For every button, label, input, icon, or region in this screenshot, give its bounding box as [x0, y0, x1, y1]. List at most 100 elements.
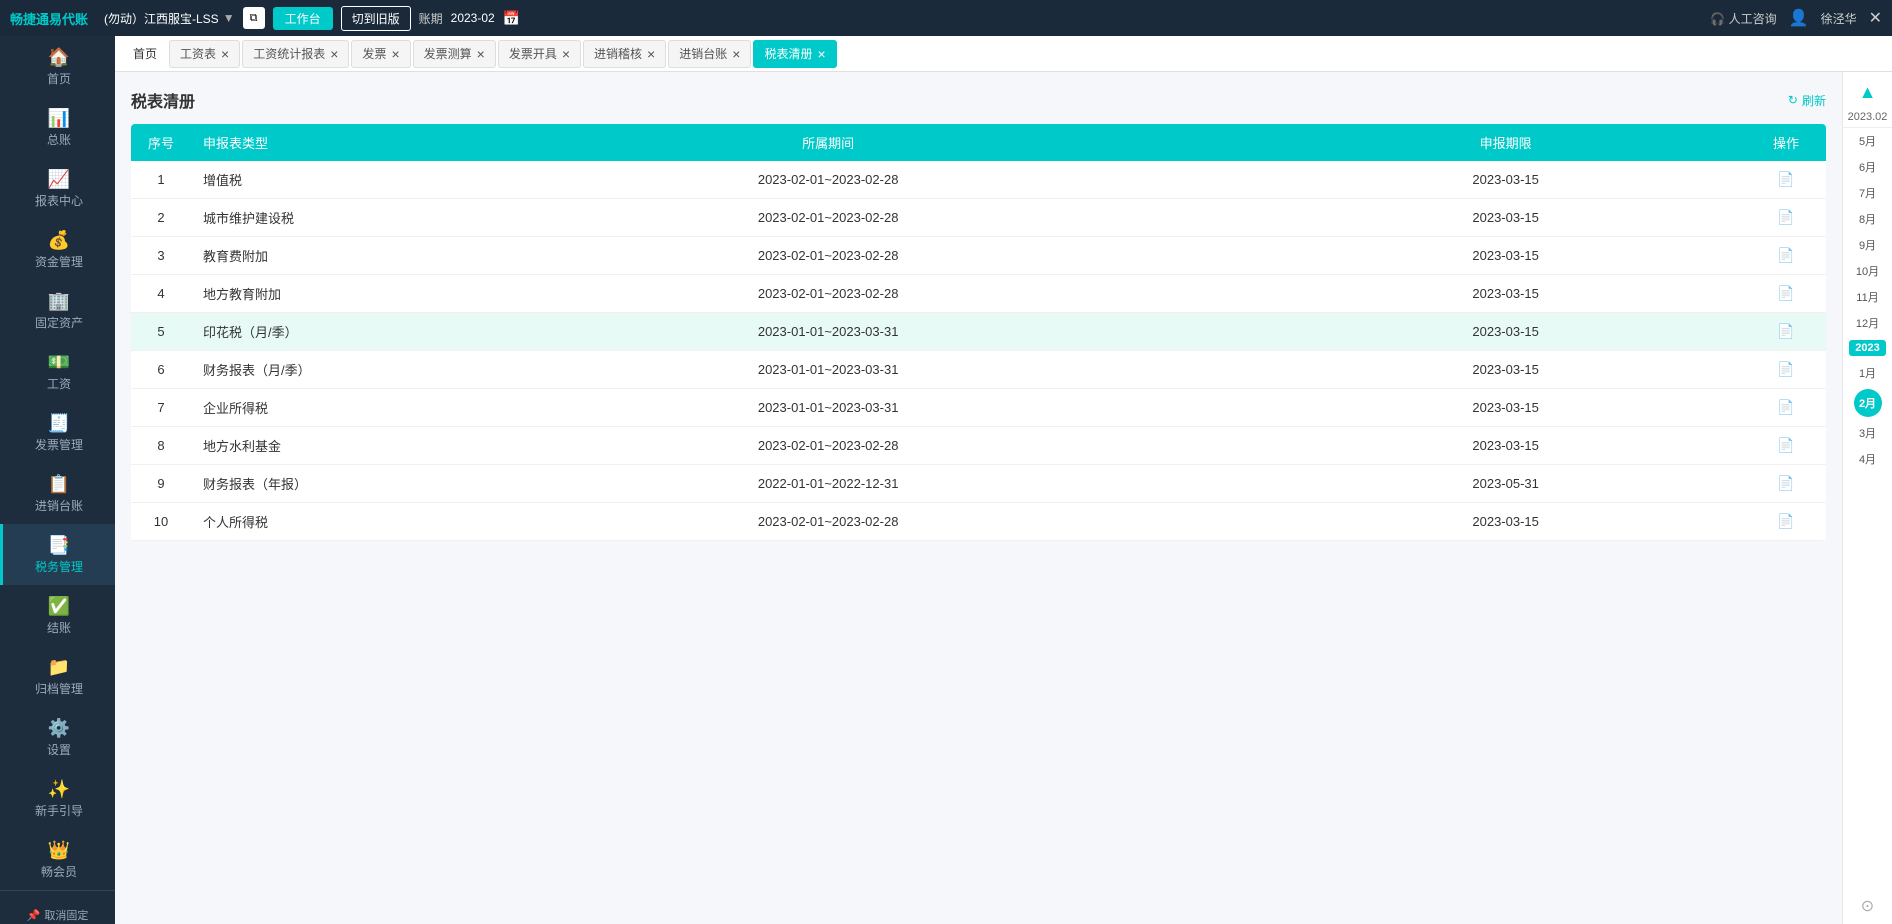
tab-purchase-ledger[interactable]: 进销台账 × [668, 40, 751, 68]
page-title-bar: 税表清册 ↻ 刷新 [131, 88, 1826, 112]
tab-invoice-issue[interactable]: 发票开具 × [498, 40, 581, 68]
panel-month-11[interactable]: 11月 [1843, 284, 1892, 310]
panel-month-3[interactable]: 3月 [1843, 420, 1892, 446]
tab-salary-table[interactable]: 工资表 × [169, 40, 240, 68]
cell-deadline: 2023-03-15 [1265, 237, 1746, 275]
tab-tax-list[interactable]: 税表清册 × [753, 40, 836, 68]
tab-close-icon[interactable]: × [732, 47, 740, 61]
cell-type: 增值税 [191, 161, 391, 199]
op-detail-icon[interactable]: 📄 [1777, 437, 1794, 453]
sidebar-item-archive[interactable]: 📁 归档管理 [0, 646, 115, 707]
closing-icon: ✅ [48, 597, 70, 615]
panel-up-btn[interactable]: ▲ [1859, 78, 1877, 107]
cell-type: 个人所得税 [191, 503, 391, 541]
sidebar: 🏠 首页 📊 总账 📈 报表中心 💰 资金管理 🏢 固定资产 💵 工资 🧾 发票… [0, 36, 115, 924]
op-detail-icon[interactable]: 📄 [1777, 361, 1794, 377]
op-detail-icon[interactable]: 📄 [1777, 513, 1794, 529]
company-selector[interactable]: (勿动）江西服宝-LSS ▼ [104, 10, 235, 27]
switch-old-button[interactable]: 切到旧版 [341, 6, 411, 31]
sidebar-item-tax-mgmt[interactable]: 📑 税务管理 [0, 524, 115, 585]
sidebar-item-guide[interactable]: ✨ 新手引导 [0, 768, 115, 829]
panel-month-12[interactable]: 12月 [1843, 310, 1892, 336]
tab-close-icon[interactable]: × [817, 47, 825, 61]
cell-op[interactable]: 📄 [1746, 351, 1826, 389]
tab-home[interactable]: 首页 [123, 40, 167, 68]
panel-month-2-active[interactable]: 2月 [1854, 389, 1882, 417]
table-row: 8 地方水利基金 2023-02-01~2023-02-28 2023-03-1… [131, 427, 1826, 465]
tab-purchase-check[interactable]: 进销稽核 × [583, 40, 666, 68]
close-icon[interactable]: ✕ [1869, 8, 1882, 28]
op-detail-icon[interactable]: 📄 [1777, 475, 1794, 491]
sidebar-item-invoice-mgmt[interactable]: 🧾 发票管理 [0, 402, 115, 463]
op-detail-icon[interactable]: 📄 [1777, 247, 1794, 263]
unpin-button[interactable]: 📌 取消固定 [0, 901, 115, 924]
tab-close-icon[interactable]: × [221, 47, 229, 61]
sidebar-item-assets[interactable]: 🏢 固定资产 [0, 280, 115, 341]
sidebar-item-purchase-sales[interactable]: 📋 进销台账 [0, 463, 115, 524]
op-detail-icon[interactable]: 📄 [1777, 209, 1794, 225]
panel-month-9[interactable]: 9月 [1843, 232, 1892, 258]
tab-close-icon[interactable]: × [647, 47, 655, 61]
page-title: 税表清册 [131, 88, 195, 112]
tab-close-icon[interactable]: × [330, 47, 338, 61]
cell-op[interactable]: 📄 [1746, 503, 1826, 541]
sidebar-item-label: 设置 [47, 741, 71, 758]
workbench-button[interactable]: 工作台 [273, 7, 333, 30]
tab-label: 发票开具 [509, 45, 557, 62]
panel-month-5[interactable]: 5月 [1843, 128, 1892, 154]
tab-close-icon[interactable]: × [391, 47, 399, 61]
cell-op[interactable]: 📄 [1746, 199, 1826, 237]
panel-month-10[interactable]: 10月 [1843, 258, 1892, 284]
tab-label: 进销稽核 [594, 45, 642, 62]
panel-month-6[interactable]: 6月 [1843, 154, 1892, 180]
sidebar-item-label: 首页 [47, 70, 71, 87]
tab-salary-stats[interactable]: 工资统计报表 × [242, 40, 349, 68]
cell-op[interactable]: 📄 [1746, 237, 1826, 275]
tab-close-icon[interactable]: × [477, 47, 485, 61]
sidebar-item-reports[interactable]: 📈 报表中心 [0, 158, 115, 219]
user-name[interactable]: 徐泾华 [1821, 10, 1857, 27]
cell-period: 2023-02-01~2023-02-28 [391, 427, 1265, 465]
tab-close-icon[interactable]: × [562, 47, 570, 61]
sidebar-item-home[interactable]: 🏠 首页 [0, 36, 115, 97]
refresh-icon: ↻ [1788, 93, 1798, 107]
sidebar-item-closing[interactable]: ✅ 结账 [0, 585, 115, 646]
tab-invoice-calc[interactable]: 发票测算 × [413, 40, 496, 68]
tab-invoice[interactable]: 发票 × [351, 40, 410, 68]
panel-year-header: 2023.02 [1843, 107, 1892, 128]
cell-op[interactable]: 📄 [1746, 313, 1826, 351]
sidebar-item-funds[interactable]: 💰 资金管理 [0, 219, 115, 280]
panel-collapse-btn[interactable]: ⊙ [1861, 888, 1874, 924]
period-value[interactable]: 2023-02 [451, 11, 495, 25]
ai-consult-btn[interactable]: 🎧 人工咨询 [1710, 10, 1776, 27]
copy-button[interactable]: ⧉ [243, 7, 265, 29]
panel-month-8[interactable]: 8月 [1843, 206, 1892, 232]
refresh-button[interactable]: ↻ 刷新 [1788, 92, 1826, 109]
period-label: 账期 [419, 10, 443, 27]
op-detail-icon[interactable]: 📄 [1777, 323, 1794, 339]
cell-op[interactable]: 📄 [1746, 389, 1826, 427]
topbar: 畅捷通易代账 (勿动）江西服宝-LSS ▼ ⧉ 工作台 切到旧版 账期 2023… [0, 0, 1892, 36]
cell-op[interactable]: 📄 [1746, 465, 1826, 503]
panel-month-7[interactable]: 7月 [1843, 180, 1892, 206]
reports-icon: 📈 [48, 170, 70, 188]
panel-month-4[interactable]: 4月 [1843, 446, 1892, 472]
sidebar-item-label: 新手引导 [35, 802, 83, 819]
cell-op[interactable]: 📄 [1746, 427, 1826, 465]
calendar-icon[interactable]: 📅 [503, 10, 520, 27]
panel-month-1[interactable]: 1月 [1843, 360, 1892, 386]
company-dropdown-icon[interactable]: ▼ [223, 11, 235, 25]
op-detail-icon[interactable]: 📄 [1777, 285, 1794, 301]
salary-icon: 💵 [48, 353, 70, 371]
user-avatar: 👤 [1789, 8, 1809, 28]
cell-op[interactable]: 📄 [1746, 161, 1826, 199]
op-detail-icon[interactable]: 📄 [1777, 171, 1794, 187]
sidebar-item-ledger[interactable]: 📊 总账 [0, 97, 115, 158]
sidebar-item-member[interactable]: 👑 畅会员 [0, 829, 115, 890]
pin-icon: 📌 [27, 909, 41, 922]
cell-op[interactable]: 📄 [1746, 275, 1826, 313]
sidebar-item-salary[interactable]: 💵 工资 [0, 341, 115, 402]
col-period: 所属期间 [391, 124, 1265, 161]
sidebar-item-settings[interactable]: ⚙️ 设置 [0, 707, 115, 768]
op-detail-icon[interactable]: 📄 [1777, 399, 1794, 415]
